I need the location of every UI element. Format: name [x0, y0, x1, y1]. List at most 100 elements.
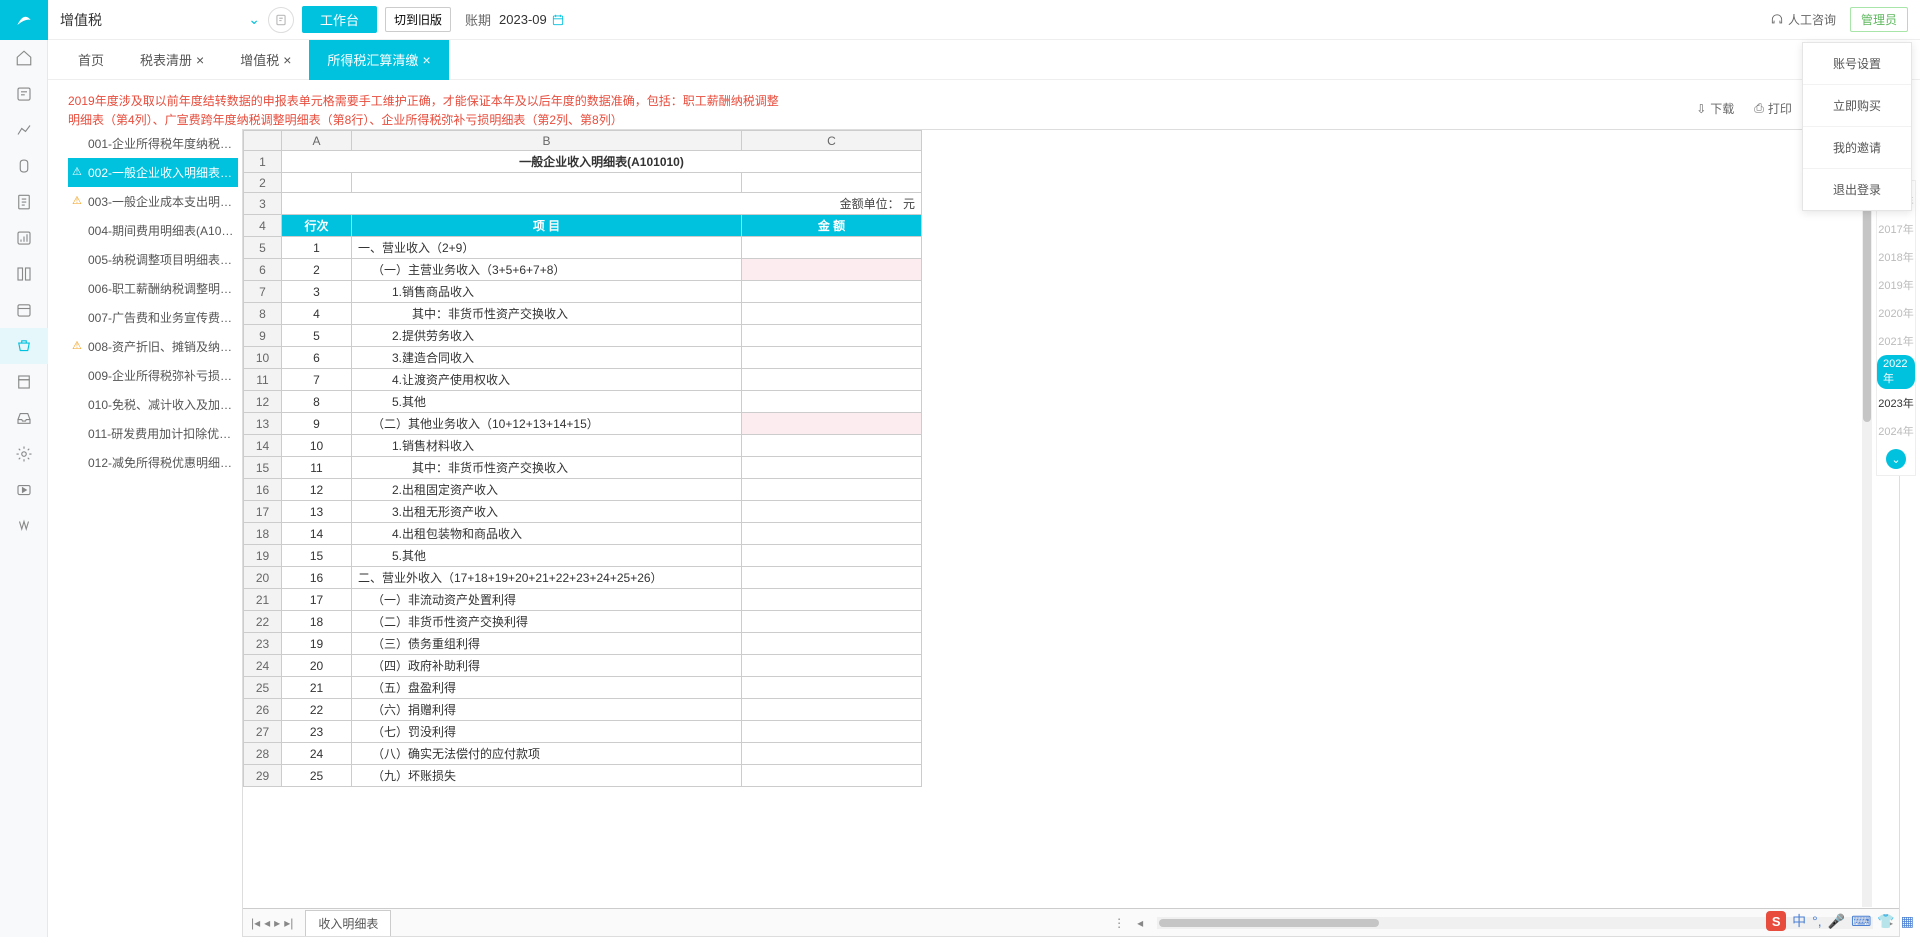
- form-item-5[interactable]: 006-职工薪酬纳税调整明细...: [68, 274, 238, 303]
- nav-settings-icon[interactable]: [0, 436, 48, 472]
- nav-template-icon[interactable]: [0, 256, 48, 292]
- row-header[interactable]: 9: [244, 325, 282, 347]
- amount-cell[interactable]: [742, 325, 922, 347]
- item-cell[interactable]: （六）捐赠利得: [352, 699, 742, 721]
- row-header[interactable]: 7: [244, 281, 282, 303]
- tab-0[interactable]: 首页: [60, 40, 122, 80]
- row-header[interactable]: 27: [244, 721, 282, 743]
- item-cell[interactable]: 二、营业外收入（17+18+19+20+21+22+23+24+25+26）: [352, 567, 742, 589]
- row-header[interactable]: 14: [244, 435, 282, 457]
- year-2022年[interactable]: 2022年: [1877, 355, 1915, 389]
- consult-link[interactable]: 人工咨询: [1770, 11, 1836, 28]
- form-item-2[interactable]: ⚠003-一般企业成本支出明细...: [68, 187, 238, 216]
- nav-ledger-icon[interactable]: [0, 76, 48, 112]
- amount-cell[interactable]: [742, 545, 922, 567]
- amount-cell[interactable]: [742, 259, 922, 281]
- nav-inbox-icon[interactable]: [0, 400, 48, 436]
- col-header[interactable]: B: [352, 131, 742, 151]
- amount-cell[interactable]: [742, 765, 922, 787]
- amount-cell[interactable]: [742, 721, 922, 743]
- sheet-tab[interactable]: 收入明细表: [305, 910, 391, 936]
- entity-selector[interactable]: 增值税 ⌄: [60, 10, 260, 30]
- row-header[interactable]: 20: [244, 567, 282, 589]
- amount-cell[interactable]: [742, 523, 922, 545]
- year-2021年[interactable]: 2021年: [1878, 327, 1913, 355]
- nav-vip-icon[interactable]: [0, 508, 48, 544]
- admin-button[interactable]: 管理员: [1850, 7, 1908, 32]
- amount-cell[interactable]: [742, 743, 922, 765]
- form-item-1[interactable]: ⚠002-一般企业收入明细表(A1...: [68, 158, 238, 187]
- sheet-first-icon[interactable]: |◂: [251, 916, 260, 930]
- item-cell[interactable]: （五）盘盈利得: [352, 677, 742, 699]
- form-item-11[interactable]: 012-减免所得税优惠明细表(...: [68, 448, 238, 477]
- row-header[interactable]: 19: [244, 545, 282, 567]
- amount-cell[interactable]: [742, 501, 922, 523]
- item-cell[interactable]: 2.提供劳务收入: [352, 325, 742, 347]
- row-header[interactable]: 24: [244, 655, 282, 677]
- row-header[interactable]: 22: [244, 611, 282, 633]
- nav-chart-icon[interactable]: [0, 112, 48, 148]
- amount-cell[interactable]: [742, 391, 922, 413]
- form-item-4[interactable]: 005-纳税调整项目明细表(A1...: [68, 245, 238, 274]
- ime-skin-icon[interactable]: 👕: [1877, 913, 1894, 930]
- row-header[interactable]: 13: [244, 413, 282, 435]
- item-cell[interactable]: （九）坏账损失: [352, 765, 742, 787]
- row-header[interactable]: 21: [244, 589, 282, 611]
- item-cell[interactable]: （三）债务重组利得: [352, 633, 742, 655]
- item-cell[interactable]: 4.让渡资产使用权收入: [352, 369, 742, 391]
- tab-1[interactable]: 税表清册×: [122, 40, 222, 80]
- row-header[interactable]: 1: [244, 151, 282, 173]
- sheet-split-icon[interactable]: ⋮: [1107, 916, 1131, 930]
- row-header[interactable]: 2: [244, 173, 282, 193]
- form-item-3[interactable]: 004-期间费用明细表(A1040...: [68, 216, 238, 245]
- form-item-7[interactable]: ⚠008-资产折旧、摊销及纳税...: [68, 332, 238, 361]
- row-header[interactable]: 23: [244, 633, 282, 655]
- sheet-prev-icon[interactable]: ◂: [264, 916, 270, 930]
- tab-close-icon[interactable]: ×: [422, 52, 430, 68]
- amount-cell[interactable]: [742, 457, 922, 479]
- item-cell[interactable]: 1.销售材料收入: [352, 435, 742, 457]
- year-more-icon[interactable]: ⌄: [1886, 449, 1906, 469]
- item-cell[interactable]: （一）非流动资产处置利得: [352, 589, 742, 611]
- tab-close-icon[interactable]: ×: [283, 52, 291, 68]
- period-picker[interactable]: 2023-09: [499, 12, 565, 27]
- nav-tax-icon[interactable]: [0, 328, 48, 364]
- amount-cell[interactable]: [742, 281, 922, 303]
- form-item-10[interactable]: 011-研发费用加计扣除优惠...: [68, 419, 238, 448]
- item-cell[interactable]: 3.建造合同收入: [352, 347, 742, 369]
- switch-old-button[interactable]: 切到旧版: [385, 7, 451, 32]
- row-header[interactable]: 16: [244, 479, 282, 501]
- row-header[interactable]: 15: [244, 457, 282, 479]
- row-header[interactable]: 12: [244, 391, 282, 413]
- row-header[interactable]: 17: [244, 501, 282, 523]
- year-2018年[interactable]: 2018年: [1878, 243, 1913, 271]
- form-item-8[interactable]: 009-企业所得税弥补亏损明...: [68, 361, 238, 390]
- logo[interactable]: [0, 0, 48, 40]
- item-cell[interactable]: （二）非货币性资产交换利得: [352, 611, 742, 633]
- note-button[interactable]: [268, 7, 294, 33]
- amount-cell[interactable]: [742, 413, 922, 435]
- row-header[interactable]: 3: [244, 193, 282, 215]
- row-header[interactable]: 10: [244, 347, 282, 369]
- row-header[interactable]: 28: [244, 743, 282, 765]
- amount-cell[interactable]: [742, 611, 922, 633]
- print-button[interactable]: ⎙打印: [1754, 100, 1792, 117]
- dropdown-item-0[interactable]: 账号设置: [1803, 43, 1911, 85]
- amount-cell[interactable]: [742, 237, 922, 259]
- item-cell[interactable]: （二）其他业务收入（10+12+13+14+15）: [352, 413, 742, 435]
- content-vscrollbar[interactable]: [1862, 140, 1872, 907]
- item-cell[interactable]: 1.销售商品收入: [352, 281, 742, 303]
- ime-punct-icon[interactable]: °,: [1812, 913, 1822, 929]
- year-2017年[interactable]: 2017年: [1878, 215, 1913, 243]
- col-header[interactable]: A: [282, 131, 352, 151]
- ime-mic-icon[interactable]: 🎤: [1828, 913, 1845, 930]
- form-item-9[interactable]: 010-免税、减计收入及加计...: [68, 390, 238, 419]
- dropdown-item-2[interactable]: 我的邀请: [1803, 127, 1911, 169]
- nav-archive-icon[interactable]: [0, 364, 48, 400]
- nav-calendar-icon[interactable]: [0, 292, 48, 328]
- amount-cell[interactable]: [742, 699, 922, 721]
- form-item-0[interactable]: 001-企业所得税年度纳税申...: [68, 129, 238, 158]
- nav-doc-icon[interactable]: [0, 184, 48, 220]
- form-item-6[interactable]: 007-广告费和业务宣传费跨...: [68, 303, 238, 332]
- item-cell[interactable]: 一、营业收入（2+9）: [352, 237, 742, 259]
